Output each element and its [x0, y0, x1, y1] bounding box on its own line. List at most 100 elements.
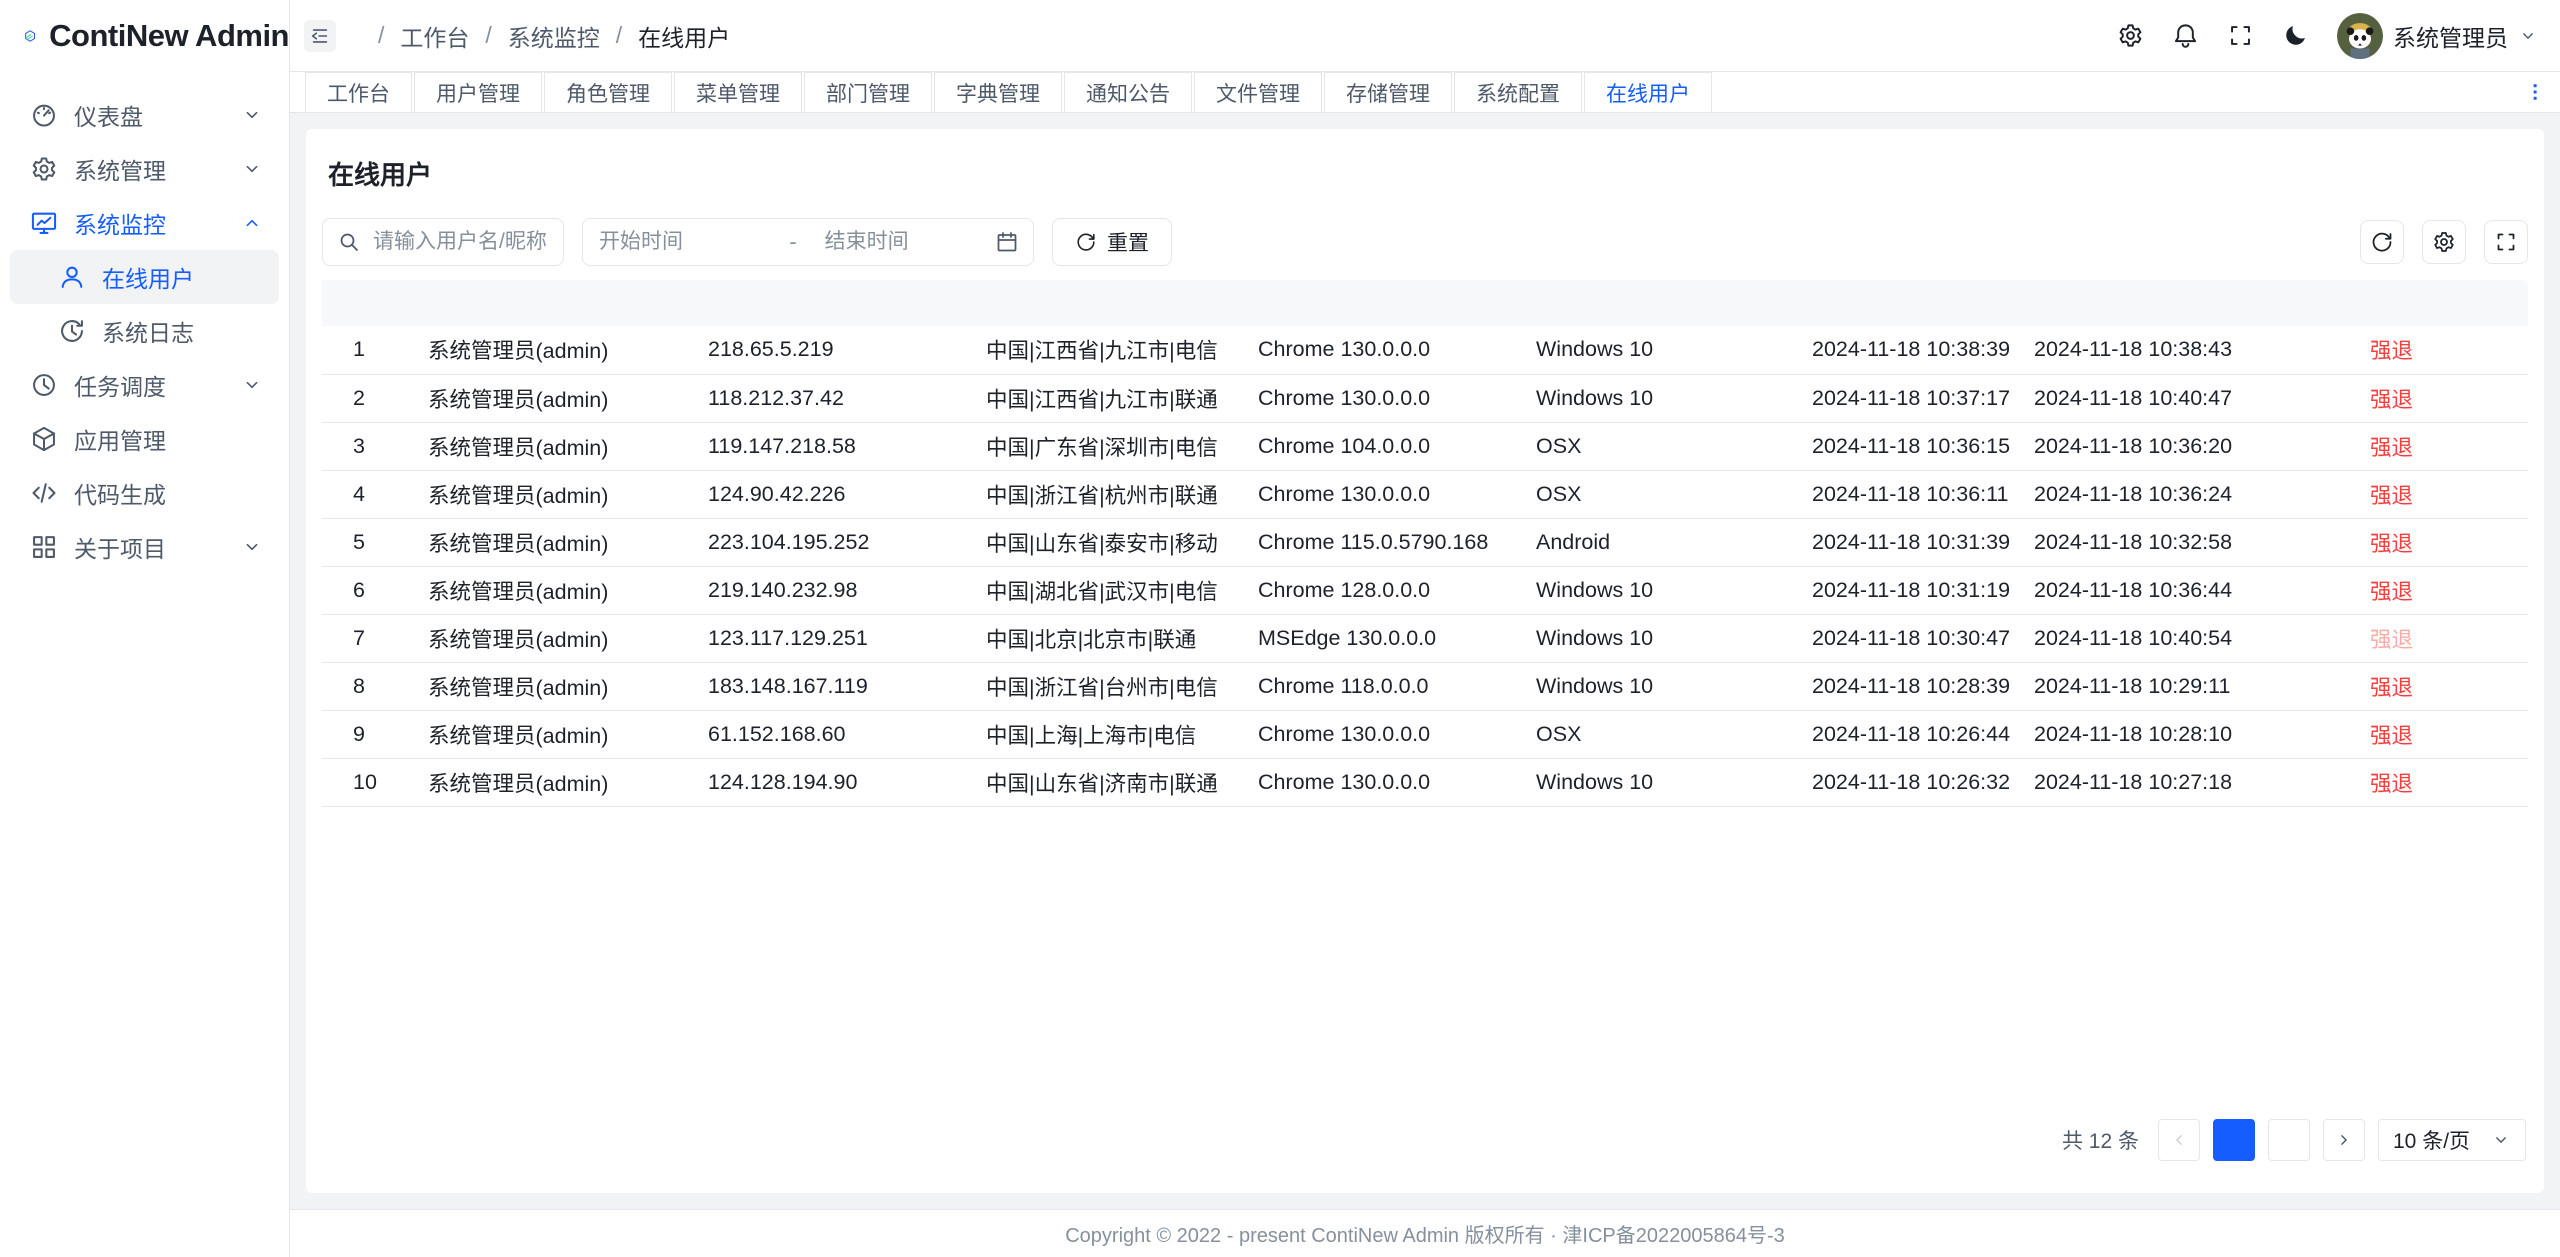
kick-out-link[interactable]: 强退	[2370, 436, 2413, 460]
chevron-down-icon	[2518, 26, 2538, 46]
header-action-button[interactable]	[2282, 22, 2309, 49]
cell-os: Windows 10	[1520, 566, 1796, 614]
content-area: 在线用户 - 重置	[290, 113, 2560, 1209]
sidebar-item[interactable]: 任务调度	[10, 358, 279, 412]
prev-page-button[interactable]	[2158, 1119, 2200, 1161]
header-action-button[interactable]	[2227, 22, 2254, 49]
cell-no: 6	[322, 566, 412, 614]
breadcrumb-link[interactable]: 工作台	[400, 19, 469, 53]
chevron-down-icon	[241, 212, 263, 234]
tab[interactable]: 部门管理	[804, 72, 932, 112]
sidebar-item[interactable]: 系统管理	[10, 142, 279, 196]
app-logo-icon	[24, 13, 36, 59]
cell-ip: 119.147.218.58	[692, 422, 970, 470]
page-size-value: 10 条/页	[2393, 1125, 2470, 1155]
table-fullscreen-button[interactable]	[2484, 220, 2528, 264]
table-row: 5 系统管理员(admin) 223.104.195.252 中国|山东省|泰安…	[322, 518, 2528, 566]
cell-ip: 223.104.195.252	[692, 518, 970, 566]
tab[interactable]: 系统配置	[1454, 72, 1582, 112]
grid-icon	[30, 533, 58, 561]
kick-out-link[interactable]: 强退	[2370, 772, 2413, 796]
reset-button[interactable]: 重置	[1052, 218, 1172, 266]
settings-icon	[2432, 230, 2456, 254]
cell-os: Android	[1520, 518, 1796, 566]
calendar-icon[interactable]	[995, 230, 1019, 254]
page-size-select[interactable]: 10 条/页	[2378, 1119, 2526, 1161]
tab-label: 文件管理	[1216, 78, 1300, 108]
header-action-button[interactable]	[2117, 22, 2144, 49]
header-action-button[interactable]	[2172, 22, 2199, 49]
page-number-button[interactable]	[2268, 1119, 2310, 1161]
sidebar-item[interactable]: 代码生成	[10, 466, 279, 520]
breadcrumb-link[interactable]: 系统监控	[508, 19, 600, 53]
next-page-button[interactable]	[2323, 1119, 2365, 1161]
cell-location: 中国|浙江省|杭州市|联通	[970, 470, 1242, 518]
sidebar-item[interactable]: 仪表盘	[10, 88, 279, 142]
cell-action: 强退	[2354, 470, 2528, 518]
avatar[interactable]	[2337, 13, 2383, 59]
cell-browser: Chrome 130.0.0.0	[1242, 710, 1520, 758]
table-row: 10 系统管理员(admin) 124.128.194.90 中国|山东省|济南…	[322, 758, 2528, 806]
collapse-menu-button[interactable]	[304, 20, 336, 52]
gauge-icon	[30, 101, 58, 129]
table-row: 1 系统管理员(admin) 218.65.5.219 中国|江西省|九江市|电…	[322, 326, 2528, 374]
tab[interactable]: 存储管理	[1324, 72, 1452, 112]
breadcrumb-link[interactable]: 在线用户	[638, 19, 730, 53]
app-logo[interactable]: ContiNew Admin	[0, 0, 289, 72]
tab[interactable]: 角色管理	[544, 72, 672, 112]
sidebar-item[interactable]: 系统监控	[10, 196, 279, 250]
cell-os: Windows 10	[1520, 326, 1796, 374]
cell-login-time: 2024-11-18 10:37:17	[1796, 374, 2018, 422]
column-header	[692, 280, 970, 326]
tab[interactable]: 工作台	[305, 72, 412, 112]
cell-os: OSX	[1520, 710, 1796, 758]
sidebar-item[interactable]: 在线用户	[10, 250, 279, 304]
table-row: 3 系统管理员(admin) 119.147.218.58 中国|广东省|深圳市…	[322, 422, 2528, 470]
column-header	[1796, 280, 2018, 326]
tab[interactable]: 用户管理	[414, 72, 542, 112]
tab[interactable]: 字典管理	[934, 72, 1062, 112]
table-header	[322, 280, 2528, 326]
page-number-button[interactable]	[2213, 1119, 2255, 1161]
table-refresh-button[interactable]	[2360, 220, 2404, 264]
cell-nickname: 系统管理员(admin)	[412, 422, 692, 470]
tab[interactable]: 文件管理	[1194, 72, 1322, 112]
user-icon	[58, 263, 86, 291]
cell-ip: 123.117.129.251	[692, 614, 970, 662]
kick-out-link[interactable]: 强退	[2370, 580, 2413, 604]
kick-out-link[interactable]: 强退	[2370, 628, 2413, 652]
kick-out-link[interactable]: 强退	[2370, 484, 2413, 508]
cell-browser: Chrome 130.0.0.0	[1242, 758, 1520, 806]
cell-nickname: 系统管理员(admin)	[412, 614, 692, 662]
kick-out-link[interactable]: 强退	[2370, 724, 2413, 748]
more-vertical-icon[interactable]	[2524, 79, 2546, 105]
bell-icon	[2172, 22, 2199, 49]
tab-label: 存储管理	[1346, 78, 1430, 108]
sidebar-item[interactable]: 关于项目	[10, 520, 279, 574]
start-date-input[interactable]	[597, 229, 763, 255]
column-header	[322, 280, 412, 326]
search-input[interactable]	[371, 229, 549, 255]
kick-out-link[interactable]: 强退	[2370, 676, 2413, 700]
breadcrumb-item: / 在线用户	[600, 19, 730, 53]
tab-label: 系统配置	[1476, 78, 1560, 108]
tab[interactable]: 通知公告	[1064, 72, 1192, 112]
user-menu[interactable]: 系统管理员	[2337, 13, 2538, 59]
sidebar-item[interactable]: 系统日志	[10, 304, 279, 358]
cell-action: 强退	[2354, 662, 2528, 710]
column-header	[2354, 280, 2528, 326]
column-header	[412, 280, 692, 326]
cell-os: Windows 10	[1520, 758, 1796, 806]
search-icon	[337, 230, 361, 254]
sidebar-item[interactable]: 应用管理	[10, 412, 279, 466]
kick-out-link[interactable]: 强退	[2370, 388, 2413, 412]
cell-ip: 124.90.42.226	[692, 470, 970, 518]
cell-login-time: 2024-11-18 10:30:47	[1796, 614, 2018, 662]
table-settings-button[interactable]	[2422, 220, 2466, 264]
end-date-input[interactable]	[823, 229, 989, 255]
tab[interactable]: 在线用户	[1584, 72, 1712, 112]
kick-out-link[interactable]: 强退	[2370, 532, 2413, 556]
tab[interactable]: 菜单管理	[674, 72, 802, 112]
cell-nickname: 系统管理员(admin)	[412, 662, 692, 710]
kick-out-link[interactable]: 强退	[2370, 339, 2413, 363]
